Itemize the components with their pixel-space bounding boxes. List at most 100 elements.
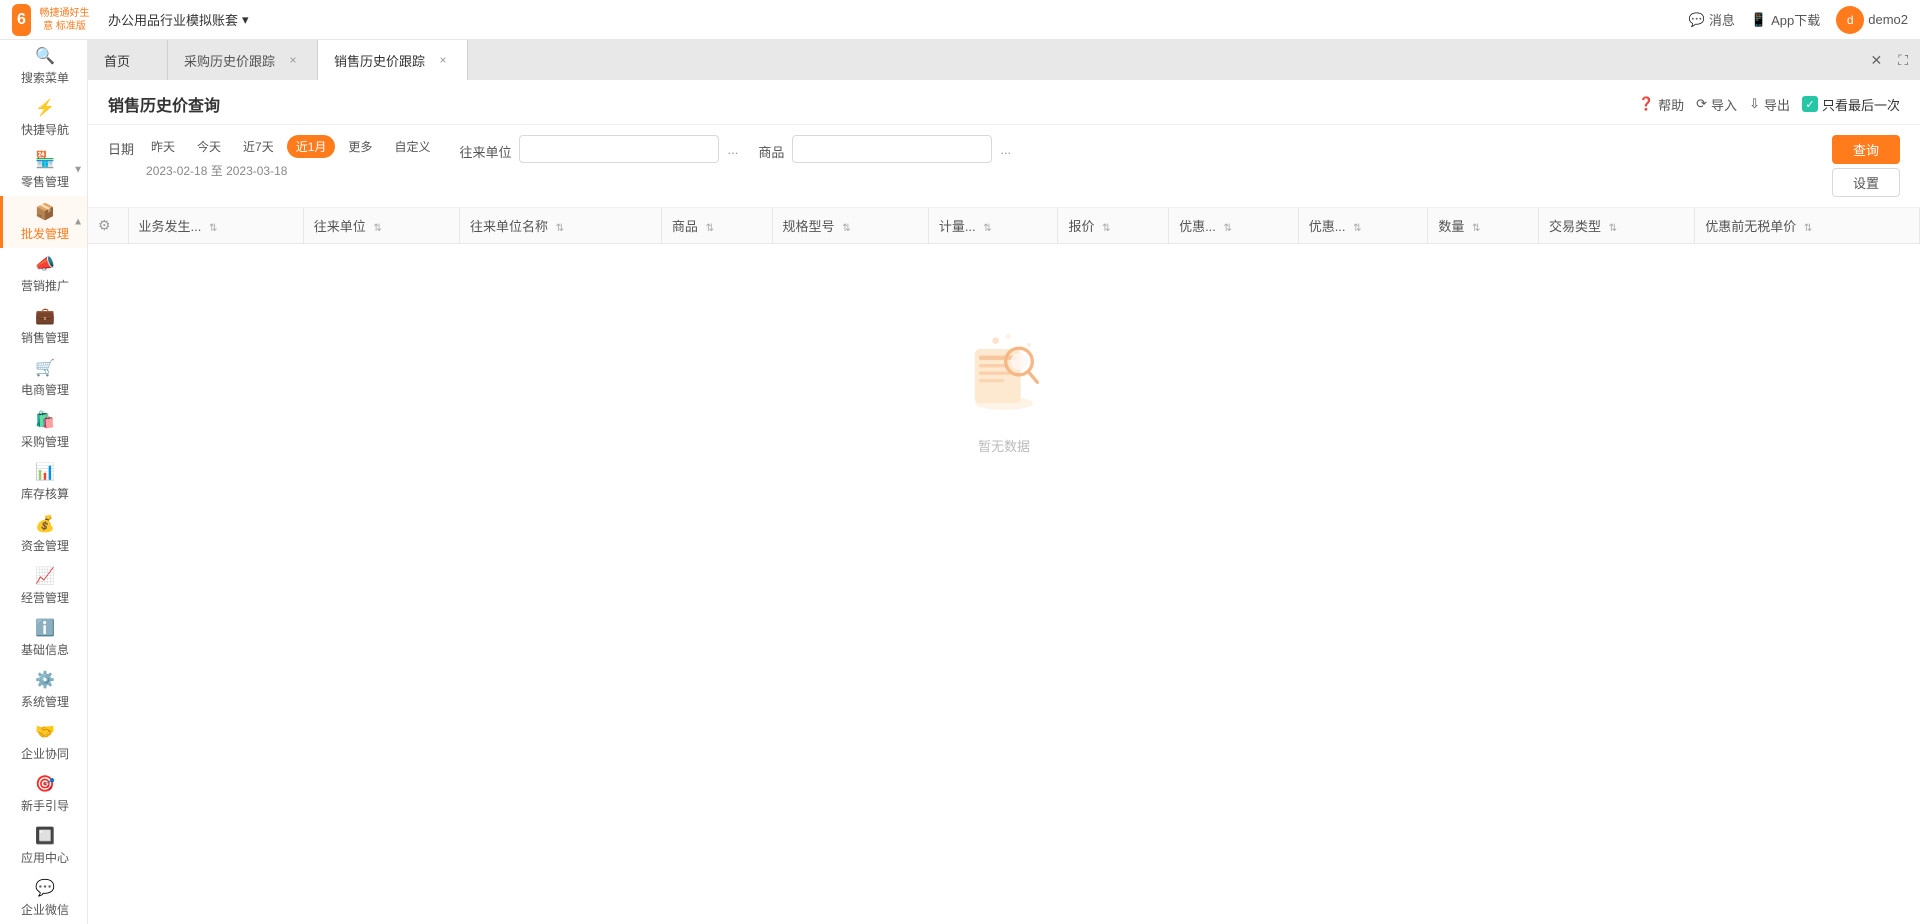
sidebar-item-basicinfo[interactable]: ℹ️ 基础信息	[0, 612, 87, 664]
sort-icon-partner[interactable]: ⇅	[373, 223, 381, 234]
close-all-tabs-btn[interactable]: ✕	[1866, 50, 1886, 71]
sort-icon-qty[interactable]: ⇅	[1472, 223, 1480, 234]
product-input[interactable]	[792, 135, 992, 163]
date-buttons: 昨天 今天 近7天 近1月 更多 自定义	[142, 135, 439, 158]
sidebar-label-finance: 资金管理	[21, 537, 69, 554]
partner-label: 往来单位	[459, 138, 511, 161]
export-label: 导出	[1764, 95, 1790, 114]
sort-icon-discount2[interactable]: ⇅	[1353, 223, 1361, 234]
expand-btn[interactable]: ⛶	[1894, 50, 1912, 71]
sidebar-item-collab[interactable]: 🤝 企业协同	[0, 716, 87, 768]
home-tab[interactable]: 首页	[88, 40, 168, 80]
discount2-col-label: 优惠...	[1309, 219, 1346, 234]
sidebar-item-operation[interactable]: 📈 经营管理	[0, 560, 87, 612]
help-btn[interactable]: ❓ 帮助	[1638, 95, 1684, 114]
query-btn[interactable]: 查询	[1832, 135, 1900, 164]
partner-dots[interactable]: ...	[727, 142, 738, 157]
sidebar-label-inventory: 库存核算	[21, 485, 69, 502]
sidebar-item-purchase[interactable]: 🛍️ 采购管理	[0, 404, 87, 456]
export-btn[interactable]: ⇩ 导出	[1749, 95, 1790, 114]
custom-date-btn[interactable]: 自定义	[385, 135, 439, 158]
purchase-history-tab[interactable]: 采购历史价跟踪 ×	[168, 40, 318, 80]
sidebar-item-sales[interactable]: 💼 销售管理	[0, 300, 87, 352]
settings-gear-icon[interactable]: ⚙	[98, 217, 111, 233]
sidebar-item-system[interactable]: ⚙️ 系统管理	[0, 664, 87, 716]
filter-actions: 查询 设置	[1832, 135, 1900, 197]
main-layout: 🔍 搜索菜单 ⚡ 快捷导航 🏪 零售管理 ▼ 📦 批发管理 ▲ 📣 营销推广 💼…	[0, 40, 1920, 924]
app-selector[interactable]: 办公用品行业模拟账套 ▾	[100, 6, 257, 33]
quote-col-header: 报价 ⇅	[1058, 208, 1169, 244]
purchase-history-tab-label: 采购历史价跟踪	[184, 51, 275, 70]
unit-col-label: 计量...	[939, 219, 976, 234]
trade-type-col-header: 交易类型 ⇅	[1538, 208, 1694, 244]
sidebar-item-guide[interactable]: 🎯 新手引导	[0, 768, 87, 820]
sales-history-tab[interactable]: 销售历史价跟踪 ×	[318, 40, 468, 80]
app-download-btn[interactable]: 📱 App下载	[1751, 10, 1820, 29]
sort-icon-spec[interactable]: ⇅	[842, 223, 850, 234]
sort-icon-trade-type[interactable]: ⇅	[1609, 223, 1617, 234]
chevron-down-icon: ▼	[73, 165, 83, 176]
sidebar-label-search: 搜索菜单	[21, 69, 69, 86]
sort-icon-pre-discount[interactable]: ⇅	[1804, 223, 1812, 234]
discount2-col-header: 优惠... ⇅	[1298, 208, 1428, 244]
more-date-btn[interactable]: 更多	[339, 135, 381, 158]
settings-col-header: ⚙	[88, 208, 128, 244]
quote-col-label: 报价	[1068, 219, 1094, 234]
sort-icon-product[interactable]: ⇅	[706, 223, 714, 234]
partner-name-col-header: 往来单位名称 ⇅	[460, 208, 662, 244]
settings-btn[interactable]: 设置	[1832, 168, 1900, 197]
logo-icon: 6	[12, 4, 31, 36]
sidebar-label-appcenter: 应用中心	[21, 849, 69, 866]
sidebar-label-operation: 经营管理	[21, 589, 69, 606]
sidebar-label-collab: 企业协同	[21, 745, 69, 762]
only-last-checkbox-label[interactable]: ✓ 只看最后一次	[1802, 95, 1900, 114]
sales-history-tab-label: 销售历史价跟踪	[334, 51, 425, 70]
sidebar-item-inventory[interactable]: 📊 库存核算	[0, 456, 87, 508]
pre-discount-col-header: 优惠前无税单价 ⇅	[1695, 208, 1920, 244]
sidebar-item-finance[interactable]: 💰 资金管理	[0, 508, 87, 560]
today-btn[interactable]: 今天	[188, 135, 230, 158]
purchase-history-close-icon[interactable]: ×	[285, 52, 301, 68]
sidebar-item-quick-nav[interactable]: ⚡ 快捷导航	[0, 92, 87, 144]
export-icon: ⇩	[1749, 96, 1760, 112]
import-btn[interactable]: ⟳ 导入	[1696, 95, 1737, 114]
discount1-col-label: 优惠...	[1179, 219, 1216, 234]
product-col-header: 商品 ⇅	[661, 208, 772, 244]
import-label: 导入	[1711, 95, 1737, 114]
sidebar-item-wholesale[interactable]: 📦 批发管理 ▲	[0, 196, 87, 248]
system-icon: ⚙️	[35, 670, 55, 690]
sales-history-close-icon[interactable]: ×	[435, 52, 451, 68]
tab-bar-actions: ✕ ⛶	[1858, 40, 1920, 80]
sidebar-label-wechat: 企业微信	[21, 901, 69, 918]
sidebar-item-retail[interactable]: 🏪 零售管理 ▼	[0, 144, 87, 196]
product-filter-group: 商品 ...	[758, 135, 1011, 163]
product-dots[interactable]: ...	[1000, 142, 1011, 157]
sidebar-item-marketing[interactable]: 📣 营销推广	[0, 248, 87, 300]
collab-icon: 🤝	[35, 722, 55, 742]
sort-icon-business-date[interactable]: ⇅	[209, 223, 217, 234]
sidebar-item-search-menu[interactable]: 🔍 搜索菜单	[0, 40, 87, 92]
purchase-icon: 🛍️	[35, 410, 55, 430]
empty-state-illustration	[954, 324, 1054, 424]
sidebar-label-ecommerce: 电商管理	[21, 381, 69, 398]
last1month-btn[interactable]: 近1月	[287, 135, 336, 158]
last7days-btn[interactable]: 近7天	[234, 135, 283, 158]
appcenter-icon: 🔲	[35, 826, 55, 846]
message-btn[interactable]: 💬 消息	[1689, 10, 1735, 29]
sort-icon-partner-name[interactable]: ⇅	[556, 223, 564, 234]
sort-icon-unit[interactable]: ⇅	[983, 223, 991, 234]
sidebar-item-ecommerce[interactable]: 🛒 电商管理	[0, 352, 87, 404]
business-date-col-header: 业务发生... ⇅	[128, 208, 303, 244]
home-tab-label: 首页	[104, 51, 130, 70]
help-icon: ❓	[1638, 96, 1654, 112]
trade-type-col-label: 交易类型	[1549, 219, 1601, 234]
sidebar-label-basicinfo: 基础信息	[21, 641, 69, 658]
sidebar-item-appcenter[interactable]: 🔲 应用中心	[0, 820, 87, 872]
sort-icon-discount1[interactable]: ⇅	[1224, 223, 1232, 234]
sidebar-item-enterprise-wechat[interactable]: 💬 企业微信	[0, 872, 87, 924]
user-profile-btn[interactable]: d demo2	[1836, 6, 1908, 34]
sort-icon-quote[interactable]: ⇅	[1102, 223, 1110, 234]
partner-input[interactable]	[519, 135, 719, 163]
spec-col-header: 规格型号 ⇅	[772, 208, 928, 244]
yesterday-btn[interactable]: 昨天	[142, 135, 184, 158]
